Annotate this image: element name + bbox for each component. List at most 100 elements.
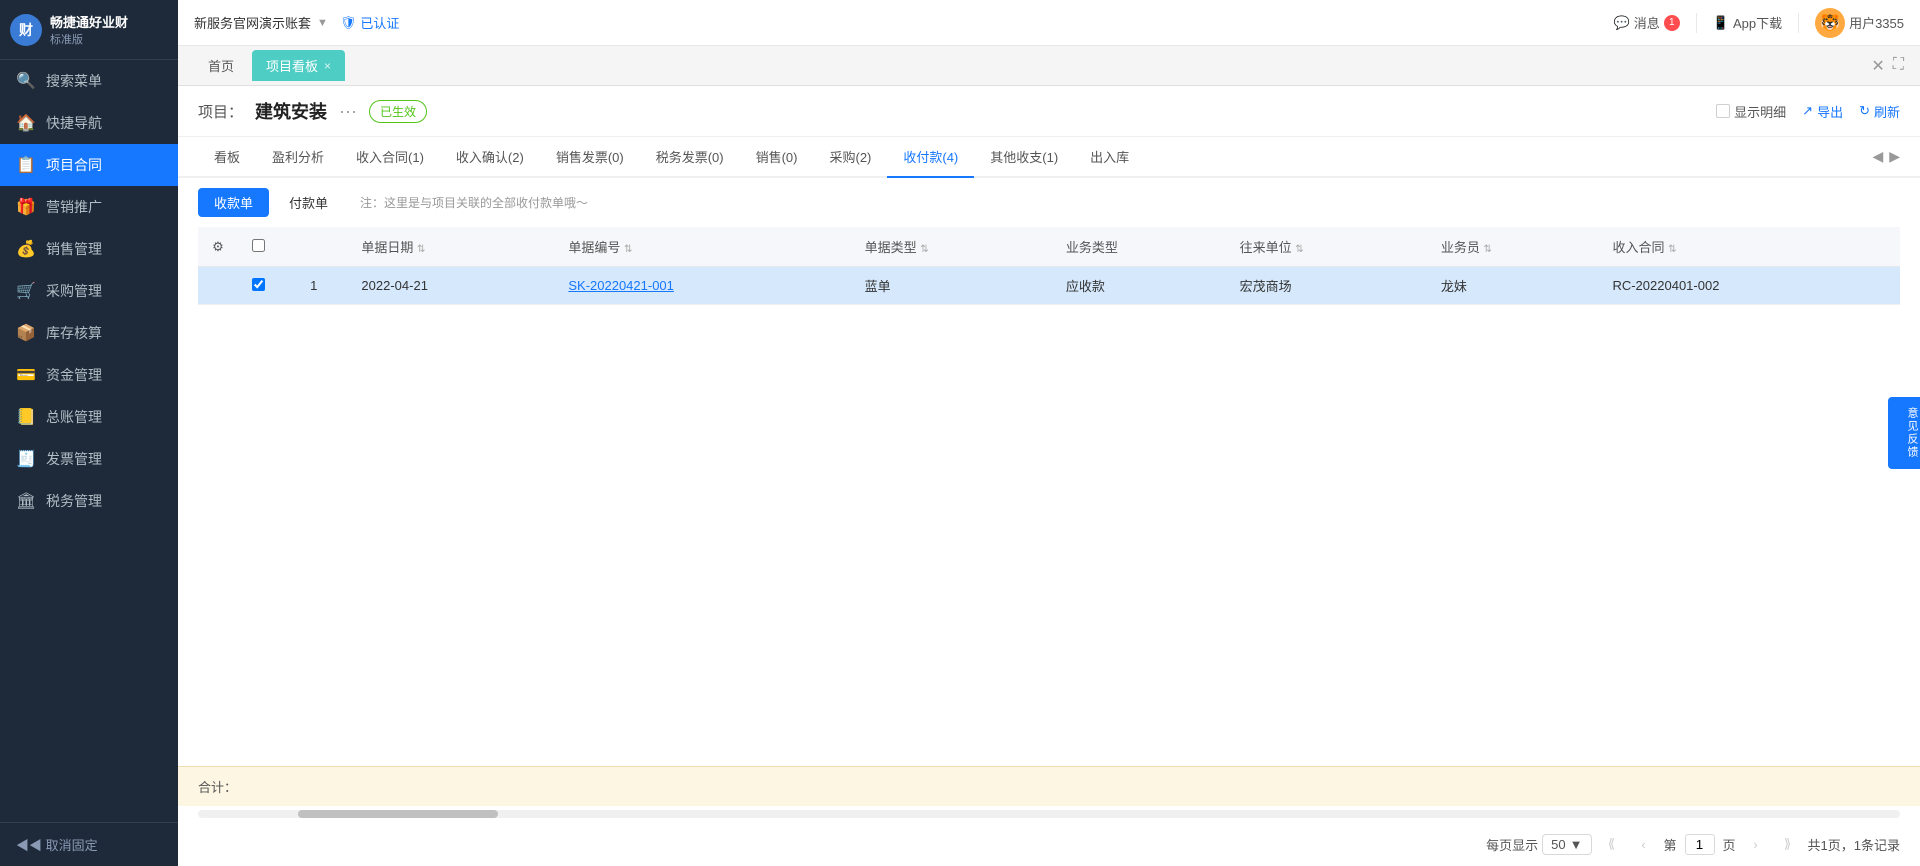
messages-button[interactable]: 💬 消息 1 [1614,13,1680,32]
sub-nav-receipt[interactable]: 收付款(4) [887,137,974,178]
sub-nav-other-expense[interactable]: 其他收支(1) [974,137,1074,178]
sidebar-unpin[interactable]: ◀◀ 取消固定 [0,822,178,866]
refresh-button[interactable]: ↻ 刷新 [1859,102,1900,121]
sub-nav-profit[interactable]: 盈利分析 [256,137,340,178]
sidebar-header: 财 畅捷通好业财 标准版 [0,0,178,60]
total-records: 共1页，1条记录 [1808,835,1900,854]
sidebar-item-purchase[interactable]: 🛒 采购管理 [0,270,178,312]
table-footer: 合计： [178,766,1920,806]
export-button[interactable]: ↗ 导出 [1802,102,1843,121]
close-window-icon[interactable]: ✕ [1871,56,1884,76]
sub-nav-in-out[interactable]: 出入库 [1074,137,1145,178]
row-salesperson: 龙妹 [1429,267,1601,305]
col-biz-type: 业务类型 [1054,227,1228,267]
sort-icon-number: ⇅ [624,244,632,255]
project-actions: 显示明细 ↗ 导出 ↻ 刷新 [1716,102,1900,121]
sidebar-item-funds[interactable]: 💳 资金管理 [0,354,178,396]
sub-nav-income-confirm[interactable]: 收入确认(2) [440,137,540,178]
account-selector[interactable]: 新服务官网演示账套 ▼ [194,13,328,32]
page-suffix: 页 [1723,835,1736,854]
first-page-button[interactable]: ⟪ [1600,832,1624,856]
sub-nav-sales[interactable]: 销售(0) [740,137,814,178]
sub-nav-sales-invoice[interactable]: 销售发票(0) [540,137,640,178]
sub-nav-income-contract[interactable]: 收入合同(1) [340,137,440,178]
gift-icon: 🎁 [16,197,36,217]
table-row[interactable]: 1 2022-04-21 SK-20220421-001 蓝单 应收款 宏茂商场… [198,267,1900,305]
sort-icon-salesperson: ⇅ [1484,244,1492,255]
sales-icon: 💰 [16,239,36,259]
feedback-button[interactable]: 意见反馈 [1888,397,1920,469]
doc-tab-receipt[interactable]: 收款单 [198,188,269,217]
prev-page-button[interactable]: ‹ [1632,832,1656,856]
row-doc-type: 蓝单 [853,267,1054,305]
project-icon: 📋 [16,155,36,175]
sub-nav-tax-invoice[interactable]: 税务发票(0) [640,137,740,178]
page-number-input[interactable] [1685,834,1715,855]
horizontal-scrollbar[interactable] [178,806,1920,822]
tab-close-icon[interactable]: × [324,59,331,73]
col-number[interactable]: 单据编号 ⇅ [556,227,852,267]
total-label: 合计： [198,780,237,795]
sub-nav-purchase[interactable]: 采购(2) [813,137,887,178]
scroll-thumb[interactable] [298,810,498,818]
maximize-icon[interactable]: ⛶ [1893,56,1904,76]
sidebar-item-marketing[interactable]: 🎁 营销推广 [0,186,178,228]
nav-next-arrow[interactable]: ▶ [1889,148,1900,165]
sidebar-item-invoice[interactable]: 🧾 发票管理 [0,438,178,480]
message-icon: 💬 [1614,15,1630,31]
table-header-row: ⚙ 单据日期 ⇅ 单据编号 ⇅ 单据类型 ⇅ 业务类型 往来单位 ⇅ 业务员 ⇅… [198,227,1900,267]
show-detail-checkbox[interactable] [1716,104,1730,118]
export-icon: ↗ [1802,103,1813,119]
nav-prev-arrow[interactable]: ◀ [1872,148,1883,165]
row-checkbox-cell[interactable] [238,267,278,305]
sidebar-item-tax[interactable]: 🏛 税务管理 [0,480,178,522]
select-all-checkbox[interactable] [252,239,265,252]
col-date[interactable]: 单据日期 ⇅ [349,227,556,267]
col-income-contract[interactable]: 收入合同 ⇅ [1600,227,1900,267]
sidebar-item-search[interactable]: 🔍 搜索菜单 [0,60,178,102]
col-settings[interactable]: ⚙ [198,227,238,267]
col-type[interactable]: 单据类型 ⇅ [853,227,1054,267]
sub-nav-kanban[interactable]: 看板 [198,137,256,178]
tab-project-kanban[interactable]: 项目看板 × [252,50,345,81]
home-icon: 🏠 [16,113,36,133]
table-container: ⚙ 单据日期 ⇅ 单据编号 ⇅ 单据类型 ⇅ 业务类型 往来单位 ⇅ 业务员 ⇅… [178,227,1920,766]
tab-home[interactable]: 首页 [194,50,248,81]
inventory-icon: 📦 [16,323,36,343]
row-checkbox[interactable] [252,278,265,291]
divider [1696,13,1697,33]
sidebar-item-sales[interactable]: 💰 销售管理 [0,228,178,270]
sidebar-item-inventory[interactable]: 📦 库存核算 [0,312,178,354]
page-label: 第 [1664,835,1677,854]
header-right: 💬 消息 1 📱 App下载 🐯 用户3355 [1614,8,1904,38]
divider2 [1798,13,1799,33]
sort-icon-partner: ⇅ [1295,244,1303,255]
verified-badge: 🛡 已认证 [340,13,400,32]
per-page-label: 每页显示 [1486,835,1538,854]
doc-tab-payment[interactable]: 付款单 [273,188,344,217]
more-options-icon[interactable]: ··· [339,101,357,122]
show-detail-toggle[interactable]: 显示明细 [1716,102,1786,121]
app-download-button[interactable]: 📱 App下载 [1713,13,1782,32]
purchase-icon: 🛒 [16,281,36,301]
sidebar-item-project-contract[interactable]: 📋 项目合同 [0,144,178,186]
project-header: 项目： 建筑安装 ··· 已生效 显示明细 ↗ 导出 ↻ 刷新 [178,86,1920,137]
sub-nav-arrows: ◀ ▶ [1872,148,1900,165]
tabs-bar: 首页 项目看板 × ✕ ⛶ [178,46,1920,86]
phone-icon: 📱 [1713,15,1729,31]
col-salesperson[interactable]: 业务员 ⇅ [1429,227,1601,267]
sort-icon-income-contract: ⇅ [1668,244,1676,255]
next-page-button[interactable]: › [1744,832,1768,856]
sidebar-item-quick-nav[interactable]: 🏠 快捷导航 [0,102,178,144]
row-doc-number[interactable]: SK-20220421-001 [556,267,852,305]
doc-hint: 注：这里是与项目关联的全部收付款单哦～ [360,194,588,211]
sidebar-item-ledger[interactable]: 📒 总账管理 [0,396,178,438]
col-partner[interactable]: 往来单位 ⇅ [1228,227,1429,267]
user-menu[interactable]: 🐯 用户3355 [1815,8,1904,38]
col-row-num [278,227,349,267]
project-label: 项目： [198,101,243,122]
per-page-select[interactable]: 50 ▼ [1542,834,1591,855]
receipts-table: ⚙ 单据日期 ⇅ 单据编号 ⇅ 单据类型 ⇅ 业务类型 往来单位 ⇅ 业务员 ⇅… [198,227,1900,305]
row-income-contract: RC-20220401-002 [1600,267,1900,305]
last-page-button[interactable]: ⟫ [1776,832,1800,856]
